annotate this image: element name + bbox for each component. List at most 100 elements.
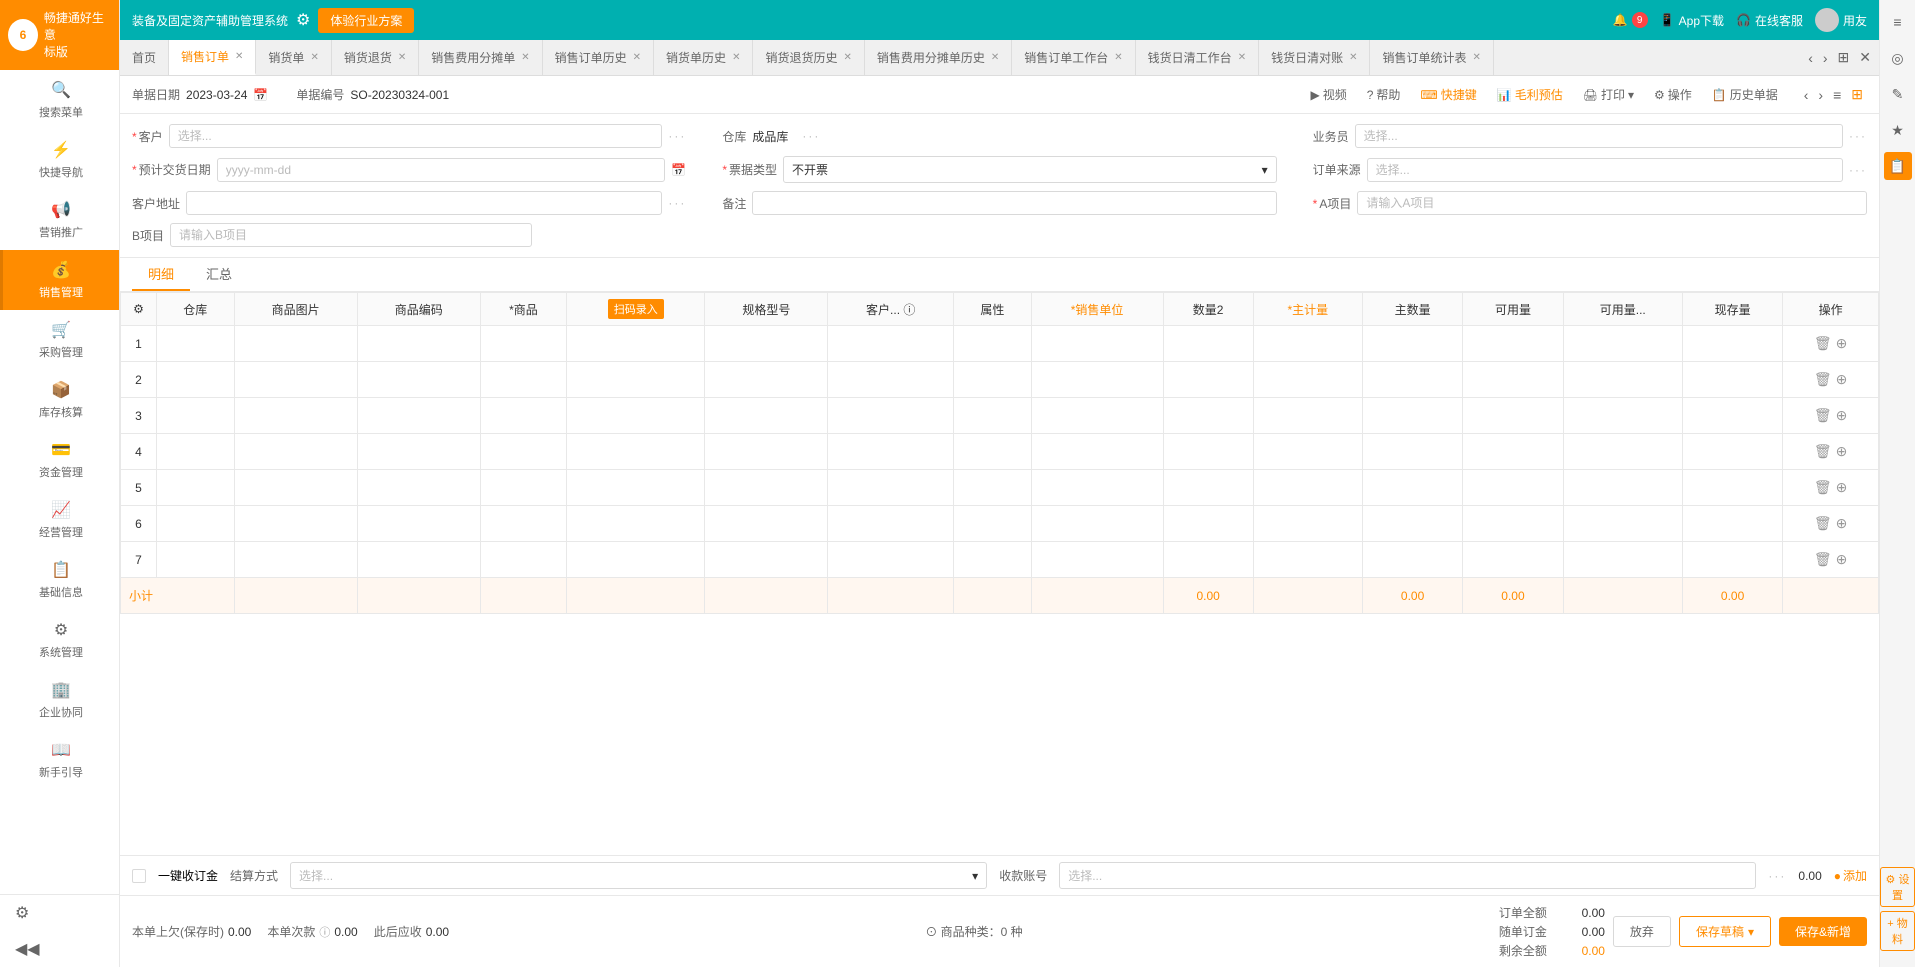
tab-close-all[interactable]: ✕ — [1855, 47, 1875, 68]
table-cell[interactable] — [1682, 506, 1782, 542]
table-cell[interactable] — [1682, 434, 1782, 470]
table-cell[interactable] — [828, 470, 954, 506]
tab-5[interactable]: 销售订单历史✕ — [543, 40, 654, 75]
sidebar-item-collapse[interactable]: ◀◀ — [0, 931, 119, 967]
sidebar-item-2[interactable]: 📢 营销推广 — [0, 190, 119, 250]
table-cell[interactable] — [828, 506, 954, 542]
list-view-btn[interactable]: ≡ — [1829, 85, 1845, 105]
help-btn[interactable]: ? 帮助 — [1361, 84, 1407, 105]
tab-detail[interactable]: 明细 — [132, 258, 190, 291]
table-cell[interactable] — [357, 470, 480, 506]
table-cell[interactable] — [1362, 398, 1462, 434]
row-copy-btn[interactable]: ⊕ — [1836, 371, 1848, 388]
table-cell[interactable] — [480, 506, 566, 542]
float-material-btn[interactable]: + 物料 — [1880, 911, 1915, 951]
table-cell[interactable] — [567, 326, 705, 362]
order-source-input[interactable] — [1367, 158, 1843, 182]
table-cell[interactable] — [1362, 326, 1462, 362]
table-cell[interactable] — [954, 362, 1032, 398]
table-cell[interactable] — [357, 434, 480, 470]
tab-scroll-right[interactable]: › — [1819, 48, 1832, 68]
table-cell[interactable] — [1031, 506, 1163, 542]
discard-button[interactable]: 放弃 — [1613, 916, 1671, 947]
table-cell[interactable] — [234, 434, 357, 470]
table-cell[interactable] — [1253, 506, 1362, 542]
tab-close-1[interactable]: ✕ — [235, 51, 243, 62]
table-cell[interactable] — [1362, 542, 1462, 578]
remark-input[interactable] — [752, 191, 1276, 215]
tab-0[interactable]: 首页 — [120, 40, 169, 75]
table-cell[interactable] — [954, 434, 1032, 470]
invoice-type-select[interactable]: 不开票 ▾ — [783, 156, 1277, 183]
right-panel-btn-4[interactable]: ★ — [1884, 116, 1912, 144]
delivery-date-input[interactable] — [217, 158, 666, 182]
table-cell[interactable] — [1031, 542, 1163, 578]
table-cell[interactable] — [480, 326, 566, 362]
table-cell[interactable] — [1362, 434, 1462, 470]
table-cell[interactable] — [1163, 362, 1253, 398]
table-cell[interactable] — [954, 398, 1032, 434]
b-project-input[interactable] — [170, 223, 532, 247]
table-cell[interactable] — [1563, 434, 1682, 470]
table-cell[interactable] — [828, 362, 954, 398]
right-panel-btn-1[interactable]: ≡ — [1884, 8, 1912, 36]
table-cell[interactable] — [567, 542, 705, 578]
table-cell[interactable] — [705, 398, 828, 434]
tab-7[interactable]: 销货退货历史✕ — [753, 40, 864, 75]
table-cell[interactable] — [954, 326, 1032, 362]
table-cell[interactable] — [705, 506, 828, 542]
table-cell[interactable] — [157, 434, 235, 470]
table-cell[interactable] — [1031, 434, 1163, 470]
tab-more[interactable]: ⊞ — [1834, 47, 1854, 68]
row-delete-btn[interactable]: 🗑 — [1814, 551, 1832, 568]
row-delete-btn[interactable]: 🗑 — [1814, 371, 1832, 388]
table-cell[interactable] — [954, 542, 1032, 578]
payment-select[interactable]: 选择... ▾ — [290, 862, 987, 889]
table-cell[interactable] — [567, 398, 705, 434]
table-cell[interactable] — [357, 362, 480, 398]
prev-record-btn[interactable]: ‹ — [1800, 85, 1813, 105]
row-copy-btn[interactable]: ⊕ — [1836, 407, 1848, 424]
table-cell[interactable] — [1031, 470, 1163, 506]
table-cell[interactable] — [954, 470, 1032, 506]
sidebar-item-9[interactable]: ⚙ 系统管理 — [0, 610, 119, 670]
shortcut-btn[interactable]: ⌨ 快捷键 — [1414, 84, 1482, 105]
tab-close-4[interactable]: ✕ — [521, 52, 529, 63]
sidebar-item-4[interactable]: 🛒 采购管理 — [0, 310, 119, 370]
table-cell[interactable] — [954, 506, 1032, 542]
table-cell[interactable] — [480, 434, 566, 470]
history-btn[interactable]: 📋 历史单据 — [1706, 84, 1784, 105]
sidebar-item-1[interactable]: ⚡ 快捷导航 — [0, 130, 119, 190]
tab-4[interactable]: 销售费用分摊单✕ — [419, 40, 542, 75]
float-settings-btn[interactable]: ⚙ 设置 — [1880, 867, 1915, 907]
table-cell[interactable] — [567, 362, 705, 398]
table-cell[interactable] — [234, 362, 357, 398]
app-download[interactable]: 📱 App下载 — [1660, 12, 1724, 29]
table-cell[interactable] — [1563, 398, 1682, 434]
account-select[interactable]: 选择... — [1059, 862, 1756, 889]
a-project-input[interactable] — [1357, 191, 1867, 215]
sidebar-item-3[interactable]: 💰 销售管理 — [0, 250, 119, 310]
row-delete-btn[interactable]: 🗑 — [1814, 479, 1832, 496]
table-cell[interactable] — [1463, 434, 1563, 470]
table-cell[interactable] — [357, 542, 480, 578]
table-cell[interactable] — [357, 398, 480, 434]
table-cell[interactable] — [234, 470, 357, 506]
table-cell[interactable] — [1253, 470, 1362, 506]
table-cell[interactable] — [1563, 470, 1682, 506]
row-delete-btn[interactable]: 🗑 — [1814, 443, 1832, 460]
expand-btn[interactable]: ⊞ — [1847, 84, 1867, 105]
table-cell[interactable] — [1463, 398, 1563, 434]
table-cell[interactable] — [1031, 326, 1163, 362]
tab-2[interactable]: 销货单✕ — [256, 40, 331, 75]
table-cell[interactable] — [1463, 470, 1563, 506]
table-cell[interactable] — [480, 542, 566, 578]
table-cell[interactable] — [1362, 506, 1462, 542]
sidebar-item-5[interactable]: 📦 库存核算 — [0, 370, 119, 430]
table-cell[interactable] — [1563, 362, 1682, 398]
table-cell[interactable] — [1163, 506, 1253, 542]
table-cell[interactable] — [1163, 326, 1253, 362]
right-panel-btn-2[interactable]: ◎ — [1884, 44, 1912, 72]
tab-8[interactable]: 销售费用分摊单历史✕ — [865, 40, 1012, 75]
sidebar-item-7[interactable]: 📈 经营管理 — [0, 490, 119, 550]
